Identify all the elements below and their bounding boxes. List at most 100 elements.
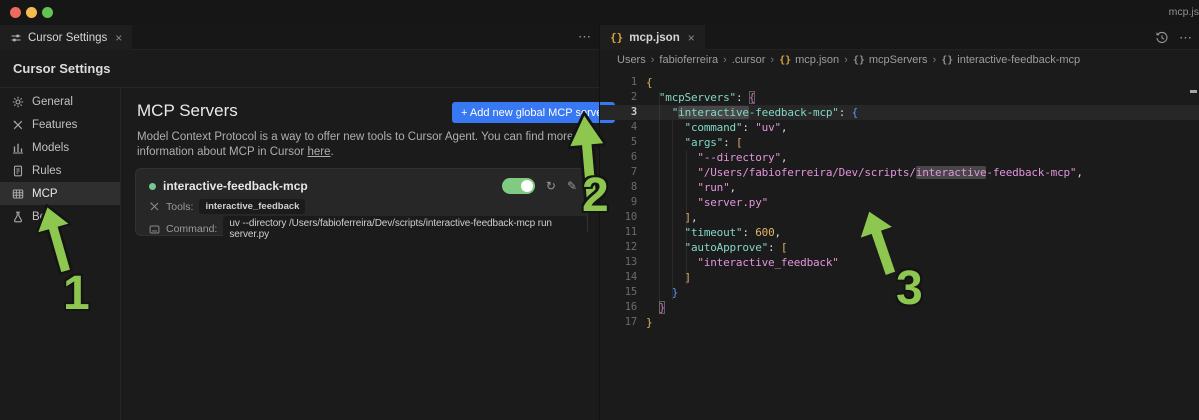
settings-title: Cursor Settings xyxy=(13,61,111,76)
code-token: , xyxy=(1076,166,1083,179)
history-icon[interactable] xyxy=(1155,31,1169,45)
command-value-badge: uv --directory /Users/fabioferreira/Dev/… xyxy=(223,216,587,242)
sidebar-item-label: Rules xyxy=(32,164,62,177)
code-token: "uv" xyxy=(755,121,781,134)
code-line-2[interactable]: 2 "mcpServers": { xyxy=(600,90,1199,105)
minimize-window-icon[interactable] xyxy=(26,7,37,18)
breadcrumb-label: Users xyxy=(617,54,646,66)
sidebar-item-models[interactable]: Models xyxy=(0,136,120,159)
breadcrumb-item[interactable]: .cursor xyxy=(732,54,766,66)
tab-mcp-json[interactable]: {} mcp.json × xyxy=(600,25,705,50)
breadcrumb-item[interactable]: {} mcpServers xyxy=(853,54,928,66)
line-number: 4 xyxy=(630,121,637,133)
grid-icon xyxy=(12,188,24,200)
annotation-number-1: 1 xyxy=(63,267,90,320)
overview-ruler-mark xyxy=(1190,90,1197,93)
code-token: , xyxy=(780,121,788,134)
code-token: : xyxy=(742,226,756,239)
code-token: "command" xyxy=(684,121,743,134)
line-number: 3 xyxy=(630,106,637,118)
tools-value-badge: interactive_feedback xyxy=(199,199,306,214)
sidebar-item-general[interactable]: General xyxy=(0,90,120,113)
sidebar-item-features[interactable]: Features xyxy=(0,113,120,136)
annotation-number-2: 2 xyxy=(582,169,609,222)
window-title: mcp.js xyxy=(1168,6,1199,18)
left-tab-bar: Cursor Settings × ⋯ xyxy=(0,25,600,50)
sidebar-item-label: General xyxy=(32,95,73,108)
code-token: interactive xyxy=(915,166,987,179)
breadcrumb-label: .cursor xyxy=(731,54,766,66)
tools-icon xyxy=(12,119,24,131)
code-token: : xyxy=(735,91,749,104)
breadcrumb: Users › fabioferreira › .cursor ›{} mcp.json ›{… xyxy=(617,54,1080,66)
code-token: "run" xyxy=(697,181,730,194)
breadcrumb-item[interactable]: {} interactive-feedback-mcp xyxy=(941,54,1080,66)
code-token: interactive xyxy=(678,106,749,119)
here-link[interactable]: here xyxy=(307,146,330,158)
tab-cursor-settings[interactable]: Cursor Settings × xyxy=(0,25,133,50)
enable-toggle[interactable] xyxy=(501,178,535,194)
tab-label: Cursor Settings xyxy=(28,31,108,44)
code-line-10[interactable]: 10 ], xyxy=(600,210,1199,225)
more-actions-icon[interactable]: ⋯ xyxy=(1179,30,1193,46)
more-actions-icon[interactable]: ⋯ xyxy=(578,29,592,45)
description-period: . xyxy=(330,146,334,158)
code-line-9[interactable]: 9 "server.py" xyxy=(600,195,1199,210)
description-line1: Model Context Protocol is a way to offer… xyxy=(137,131,574,143)
title-bar: mcp.js xyxy=(0,0,1199,25)
line-number: 2 xyxy=(630,91,637,103)
code-line-6[interactable]: 6 "--directory", xyxy=(600,150,1199,165)
close-window-icon[interactable] xyxy=(10,7,21,18)
json-braces-icon: {} xyxy=(610,31,624,44)
breadcrumb-item[interactable]: Users xyxy=(617,54,646,66)
code-token: "/Users/fabioferreira/Dev/scripts/ xyxy=(697,166,916,179)
maximize-window-icon[interactable] xyxy=(42,7,53,18)
mcp-description: Model Context Protocol is a way to offer… xyxy=(137,130,589,160)
code-line-11[interactable]: 11 "timeout": 600, xyxy=(600,225,1199,240)
code-line-5[interactable]: 5 "args": [ xyxy=(600,135,1199,150)
app-window: mcp.js Cursor Settings × ⋯ {} mcp.json ×… xyxy=(0,0,1199,420)
code-line-17[interactable]: 17} xyxy=(600,315,1199,330)
code-token: "autoApprove" xyxy=(684,241,769,254)
code-token: { xyxy=(748,91,756,104)
sidebar-item-label: Models xyxy=(32,141,70,154)
code-token: : xyxy=(838,106,852,119)
code-token: 600 xyxy=(755,226,775,239)
code-line-4[interactable]: 4 "command": "uv", xyxy=(600,120,1199,135)
indent-guide xyxy=(672,120,673,300)
code-token: } xyxy=(646,316,653,329)
breadcrumb-item[interactable]: fabioferreira xyxy=(659,54,718,66)
close-tab-icon[interactable]: × xyxy=(115,31,122,45)
mcp-server-card: interactive-feedback-mcp ↻ ✎ Tools: inte… xyxy=(135,168,588,242)
command-label: Command: xyxy=(166,223,218,235)
code-token: -feedback-mcp" xyxy=(986,166,1077,179)
bar-chart-icon xyxy=(12,142,24,154)
breadcrumb-label: mcpServers xyxy=(868,54,928,66)
annotation-number-3: 3 xyxy=(896,262,923,315)
breadcrumb-label: mcp.json xyxy=(795,54,840,66)
line-number: 17 xyxy=(624,316,637,328)
document-icon xyxy=(12,165,24,177)
toggle-knob xyxy=(520,180,533,192)
breadcrumb-separator: › xyxy=(844,54,848,66)
breadcrumb-separator: › xyxy=(723,54,727,66)
code-token: "mcpServers" xyxy=(658,91,736,104)
sidebar-item-rules[interactable]: Rules xyxy=(0,159,120,182)
code-line-8[interactable]: 8 "run", xyxy=(600,180,1199,195)
breadcrumb-separator: › xyxy=(932,54,937,66)
code-token: [ xyxy=(735,136,743,149)
status-dot xyxy=(149,182,156,190)
breadcrumb-item[interactable]: {} mcp.json xyxy=(779,54,839,66)
tools-icon xyxy=(149,201,160,212)
code-line-7[interactable]: 7 "/Users/fabioferreira/Dev/scripts/inte… xyxy=(600,165,1199,180)
code-line-1[interactable]: 1{ xyxy=(600,75,1199,90)
refresh-icon[interactable]: ↻ xyxy=(546,180,556,192)
code-line-3[interactable]: 3 "interactive-feedback-mcp": { xyxy=(600,105,1199,120)
line-number: 16 xyxy=(624,301,637,313)
code-token: "server.py" xyxy=(697,196,769,209)
close-tab-icon[interactable]: × xyxy=(688,31,695,45)
